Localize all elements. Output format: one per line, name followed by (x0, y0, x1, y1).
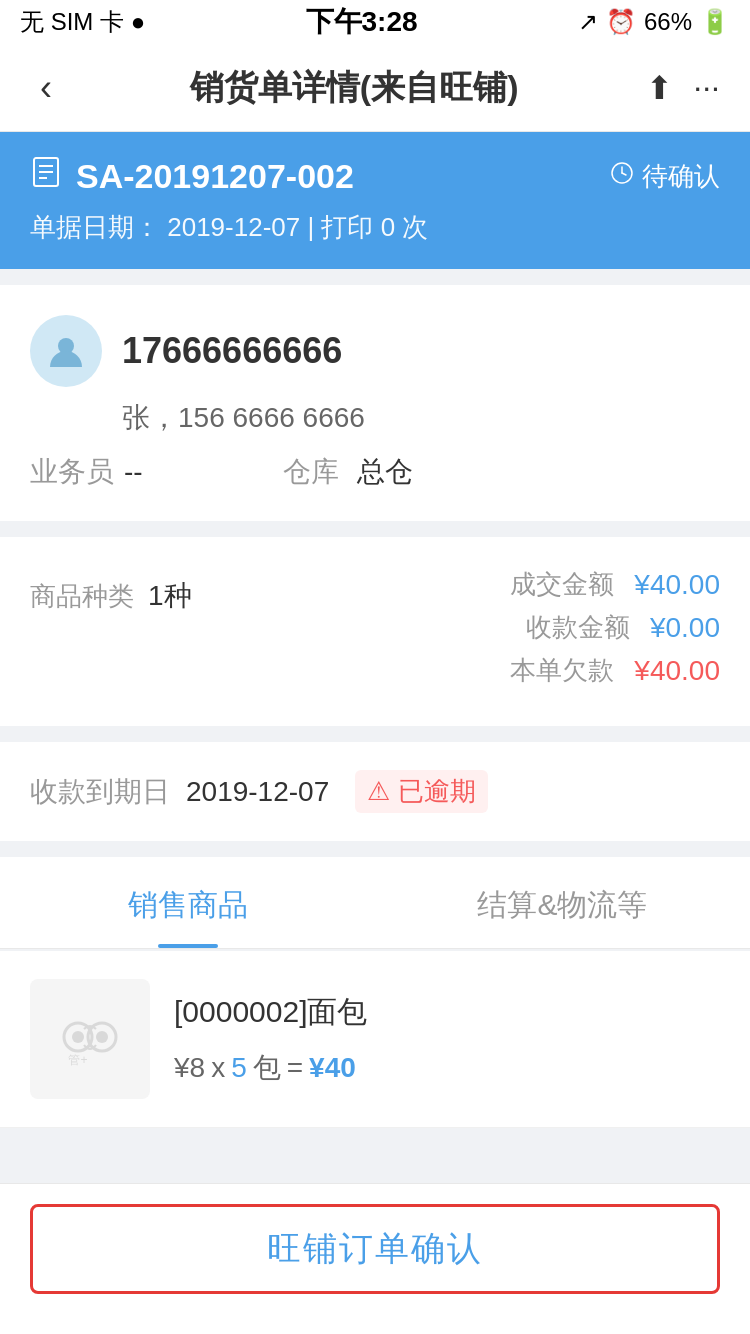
amount-label-1: 成交金额 (510, 567, 614, 602)
date-value: 2019-12-07 (167, 212, 300, 242)
equals-sign: = (287, 1052, 303, 1084)
product-name: [0000002]面包 (174, 992, 720, 1033)
product-info: [0000002]面包 ¥8 x 5 包 = ¥40 (174, 992, 720, 1087)
sim-indicator: 无 SIM 卡 ● (20, 6, 145, 38)
salesperson-label: 业务员 (30, 453, 114, 491)
product-qty: 5 (231, 1052, 247, 1084)
order-id-row: SA-20191207-002 待确认 (30, 156, 720, 196)
amount-row-3: 本单欠款 ¥40.00 (510, 653, 720, 688)
back-button[interactable]: ‹ (30, 57, 62, 119)
warning-icon: ⚠ (367, 776, 390, 807)
warehouse-label: 仓库 (283, 453, 339, 491)
order-status: 待确认 (610, 159, 720, 194)
amount-label-2: 收款金额 (526, 610, 630, 645)
status-bar: 无 SIM 卡 ● 下午3:28 ↗ ⏰ 66% 🔋 (0, 0, 750, 44)
amount-row-2: 收款金额 ¥0.00 (510, 610, 720, 645)
order-icon (30, 156, 62, 196)
order-id: SA-20191207-002 (30, 156, 354, 196)
clock-icon (610, 161, 634, 192)
status-left: 无 SIM 卡 ● (20, 6, 145, 38)
category-value: 1种 (148, 577, 192, 615)
alarm-icon: ⏰ (606, 8, 636, 36)
svg-point-10 (72, 1031, 84, 1043)
customer-card: 17666666666 张，156 6666 6666 业务员 -- 仓库 总仓 (0, 285, 750, 521)
amount-value-2: ¥0.00 (650, 612, 720, 644)
page-title: 销货单详情(来自旺铺) (62, 65, 646, 111)
confirm-button[interactable]: 旺铺订单确认 (30, 1204, 720, 1294)
tab-settlement-label: 结算&物流等 (477, 888, 647, 921)
amount-value-1: ¥40.00 (634, 569, 720, 601)
summary-card: 商品种类 1种 成交金额 ¥40.00 收款金额 ¥0.00 本单欠款 ¥40.… (0, 537, 750, 726)
product-list: 管+ [0000002]面包 ¥8 x 5 包 = ¥40 (0, 951, 750, 1128)
location-icon: ↗ (578, 8, 598, 36)
svg-line-6 (622, 173, 626, 175)
status-text: 待确认 (642, 159, 720, 194)
due-date-card: 收款到期日 2019-12-07 ⚠ 已逾期 (0, 742, 750, 841)
tab-products-label: 销售商品 (128, 888, 248, 921)
summary-left: 商品种类 1种 (30, 567, 192, 615)
product-unit: 包 (253, 1049, 281, 1087)
product-price-row: ¥8 x 5 包 = ¥40 (174, 1049, 720, 1087)
overdue-badge: ⚠ 已逾期 (355, 770, 488, 813)
svg-point-11 (96, 1031, 108, 1043)
tab-products[interactable]: 销售商品 (0, 857, 375, 948)
amount-label-3: 本单欠款 (510, 653, 614, 688)
salesperson-field: 业务员 -- (30, 453, 143, 491)
product-code: [0000002] (174, 995, 307, 1028)
product-item: 管+ [0000002]面包 ¥8 x 5 包 = ¥40 (0, 951, 750, 1128)
amount-row-1: 成交金额 ¥40.00 (510, 567, 720, 602)
date-label: 单据日期： (30, 212, 160, 242)
avatar (30, 315, 102, 387)
category-label: 商品种类 (30, 579, 134, 614)
product-price: ¥8 (174, 1052, 205, 1084)
nav-actions: ⬆ ··· (646, 69, 720, 107)
customer-top: 17666666666 (30, 315, 720, 387)
tab-settlement[interactable]: 结算&物流等 (375, 857, 750, 948)
more-icon[interactable]: ··· (693, 69, 720, 106)
status-time: 下午3:28 (306, 3, 418, 41)
summary-right: 成交金额 ¥40.00 收款金额 ¥0.00 本单欠款 ¥40.00 (510, 567, 720, 696)
category-field: 商品种类 1种 (30, 577, 192, 615)
svg-text:管+: 管+ (68, 1053, 87, 1067)
customer-meta: 业务员 -- 仓库 总仓 (30, 453, 720, 491)
share-icon[interactable]: ⬆ (646, 69, 673, 107)
battery-icon: 🔋 (700, 8, 730, 36)
overdue-text: 已逾期 (398, 774, 476, 809)
customer-phone: 17666666666 (122, 330, 342, 372)
multiply-sign: x (211, 1052, 225, 1084)
customer-name: 张，156 6666 6666 (122, 399, 720, 437)
print-text: 打印 0 次 (321, 212, 428, 242)
due-date-value: 2019-12-07 (186, 776, 329, 808)
nav-bar: ‹ 销货单详情(来自旺铺) ⬆ ··· (0, 44, 750, 132)
product-thumbnail: 管+ (30, 979, 150, 1099)
order-header: SA-20191207-002 待确认 单据日期： 2019-12-07 | 打… (0, 132, 750, 269)
warehouse-field: 仓库 总仓 (283, 453, 413, 491)
order-id-text: SA-20191207-002 (76, 157, 354, 196)
warehouse-value: 总仓 (357, 453, 413, 491)
salesperson-value: -- (124, 456, 143, 488)
order-date: 单据日期： 2019-12-07 | 打印 0 次 (30, 210, 720, 245)
product-title: 面包 (307, 995, 367, 1028)
status-right: ↗ ⏰ 66% 🔋 (578, 8, 730, 36)
product-total: ¥40 (309, 1052, 356, 1084)
date-separator: | (307, 212, 321, 242)
tabs: 销售商品 结算&物流等 (0, 857, 750, 949)
bottom-bar: 旺铺订单确认 (0, 1183, 750, 1334)
amount-value-3: ¥40.00 (634, 655, 720, 687)
due-label: 收款到期日 (30, 773, 170, 811)
battery-level: 66% (644, 8, 692, 36)
